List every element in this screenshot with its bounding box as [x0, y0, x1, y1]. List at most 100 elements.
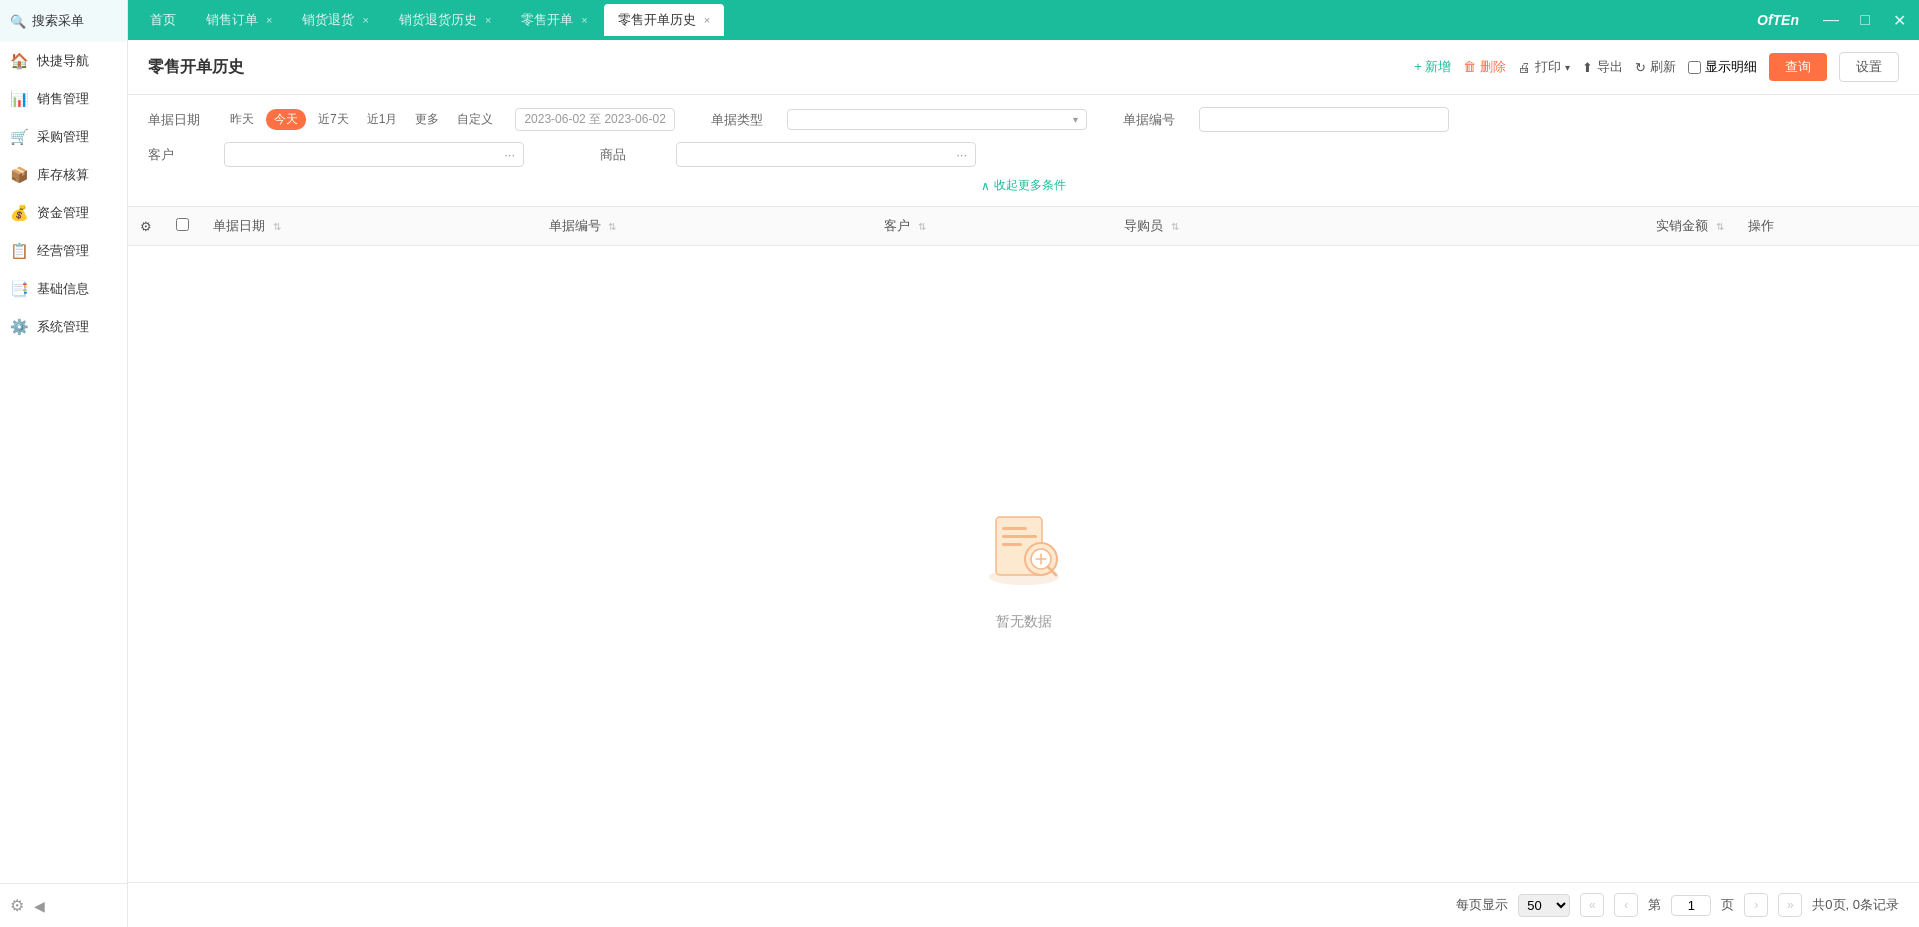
first-page-button[interactable]: « [1580, 893, 1604, 917]
next-page-button[interactable]: › [1744, 893, 1768, 917]
last-page-button[interactable]: » [1778, 893, 1802, 917]
collapse-up-icon: ∧ [981, 179, 990, 193]
sidebar-item-label: 资金管理 [37, 204, 89, 222]
brand-label: OfTEn [1757, 12, 1799, 28]
sidebar-item-basicinfo[interactable]: 📑 基础信息 [0, 270, 127, 308]
tab-sales-return-label: 销货退货 [302, 11, 354, 29]
header-actions: + 新增 🗑 删除 🖨 打印 ▾ ⬆ 导出 ↻ 刷新 显示明细 [1414, 52, 1899, 82]
tab-home[interactable]: 首页 [136, 4, 190, 36]
tab-sales-order-close[interactable]: × [266, 15, 272, 26]
table-settings-icon[interactable]: ⚙ [140, 219, 152, 234]
select-all-checkbox[interactable] [176, 218, 189, 231]
sidebar-item-purchase[interactable]: 🛒 采购管理 [0, 118, 127, 156]
sidebar-item-label: 销售管理 [37, 90, 89, 108]
sidebar-item-sales[interactable]: 📊 销售管理 [0, 80, 127, 118]
sidebar-item-finance[interactable]: 💰 资金管理 [0, 194, 127, 232]
finance-icon: 💰 [10, 204, 29, 222]
tab-retail-open-close[interactable]: × [581, 15, 587, 26]
tab-retail-open-history[interactable]: 零售开单历史 × [604, 4, 724, 36]
col-customer[interactable]: 客户 ⇅ [872, 207, 1112, 246]
tab-sales-return-history-close[interactable]: × [485, 15, 491, 26]
sidebar-item-system[interactable]: ⚙️ 系统管理 [0, 308, 127, 346]
table-header: ⚙ 单据日期 ⇅ 单据编号 ⇅ [128, 207, 1919, 246]
col-amount[interactable]: 实销金额 ⇅ [1400, 207, 1736, 246]
date-opt-more[interactable]: 更多 [409, 109, 445, 130]
main-area: 首页 销售订单 × 销货退货 × 销货退货历史 × 零售开单 × 零售开单历史 … [128, 0, 1919, 927]
close-window-button[interactable]: ✕ [1887, 8, 1911, 32]
date-opt-yesterday[interactable]: 昨天 [224, 109, 260, 130]
date-opt-today[interactable]: 今天 [266, 109, 306, 130]
col-date[interactable]: 单据日期 ⇅ [201, 207, 537, 246]
date-opt-last7[interactable]: 近7天 [312, 109, 355, 130]
customer-input[interactable]: ··· [224, 142, 524, 167]
tab-retail-open-history-close[interactable]: × [704, 15, 710, 26]
collapse-sidebar-icon[interactable]: ◀ [34, 898, 45, 914]
col-number-label: 单据编号 [549, 218, 601, 233]
tab-retail-open-label: 零售开单 [521, 11, 573, 29]
col-customer-label: 客户 [884, 218, 910, 233]
page-title: 零售开单历史 [148, 57, 244, 78]
sidebar-item-inventory[interactable]: 📦 库存核算 [0, 156, 127, 194]
goods-input[interactable]: ··· [676, 142, 976, 167]
print-button[interactable]: 🖨 打印 ▾ [1518, 58, 1570, 76]
per-page-select[interactable]: 50 10 20 100 [1518, 894, 1570, 917]
type-select[interactable]: ▾ [787, 109, 1087, 130]
col-number[interactable]: 单据编号 ⇅ [537, 207, 873, 246]
display-detail-input[interactable] [1688, 61, 1701, 74]
query-button[interactable]: 查询 [1769, 53, 1827, 81]
export-icon: ⬆ [1582, 60, 1593, 75]
number-label: 单据编号 [1123, 111, 1183, 129]
svg-rect-2 [1002, 527, 1027, 530]
prev-page-button[interactable]: ‹ [1614, 893, 1638, 917]
display-detail-label: 显示明细 [1705, 58, 1757, 76]
sidebar-search[interactable]: 🔍 搜索采单 [0, 0, 127, 42]
tab-sales-return-history-label: 销货退货历史 [399, 11, 477, 29]
sidebar-item-label: 快捷导航 [37, 52, 89, 70]
sidebar-bottom: ⚙ ◀ [0, 883, 127, 927]
col-date-label: 单据日期 [213, 218, 265, 233]
date-opt-custom[interactable]: 自定义 [451, 109, 499, 130]
per-page-label: 每页显示 [1456, 896, 1508, 914]
collapse-row: ∧ 收起更多条件 [148, 177, 1899, 194]
page-input[interactable] [1671, 895, 1711, 916]
col-checkbox[interactable] [164, 207, 201, 246]
refresh-button[interactable]: ↻ 刷新 [1635, 58, 1676, 76]
sidebar-item-label: 基础信息 [37, 280, 89, 298]
filter-row-2: 客户 ··· 商品 ··· [148, 142, 1899, 167]
export-button[interactable]: ⬆ 导出 [1582, 58, 1623, 76]
maximize-button[interactable]: □ [1853, 8, 1877, 32]
sort-date-icon: ⇅ [273, 221, 281, 232]
col-guide[interactable]: 导购员 ⇅ [1112, 207, 1400, 246]
delete-button[interactable]: 🗑 删除 [1463, 58, 1506, 76]
svg-rect-4 [1002, 543, 1022, 546]
tab-sales-order-label: 销售订单 [206, 11, 258, 29]
print-label: 打印 [1535, 58, 1561, 76]
col-actions-label: 操作 [1748, 218, 1774, 233]
sidebar-item-label: 采购管理 [37, 128, 89, 146]
type-label: 单据类型 [711, 111, 771, 129]
tab-sales-return-history[interactable]: 销货退货历史 × [385, 4, 505, 36]
number-input[interactable] [1199, 107, 1449, 132]
tab-retail-open[interactable]: 零售开单 × [507, 4, 601, 36]
minimize-button[interactable]: — [1819, 8, 1843, 32]
date-label: 单据日期 [148, 111, 208, 129]
sidebar-item-label: 经营管理 [37, 242, 89, 260]
collapse-button[interactable]: ∧ 收起更多条件 [981, 177, 1066, 194]
tab-sales-return[interactable]: 销货退货 × [288, 4, 382, 36]
date-opt-last-month[interactable]: 近1月 [361, 109, 404, 130]
settings-button[interactable]: 设置 [1839, 52, 1899, 82]
date-range-display[interactable]: 2023-06-02 至 2023-06-02 [515, 108, 674, 131]
col-settings[interactable]: ⚙ [128, 207, 164, 246]
tab-sales-order[interactable]: 销售订单 × [192, 4, 286, 36]
add-button[interactable]: + 新增 [1414, 58, 1451, 76]
sidebar-item-quick-nav[interactable]: 🏠 快捷导航 [0, 42, 127, 80]
operations-icon: 📋 [10, 242, 29, 260]
col-guide-label: 导购员 [1124, 218, 1163, 233]
tab-sales-return-close[interactable]: × [362, 15, 368, 26]
refresh-icon: ↻ [1635, 60, 1646, 75]
sidebar-item-label: 系统管理 [37, 318, 89, 336]
sales-icon: 📊 [10, 90, 29, 108]
display-detail-checkbox[interactable]: 显示明细 [1688, 58, 1757, 76]
sidebar-item-operations[interactable]: 📋 经营管理 [0, 232, 127, 270]
settings-bottom-icon[interactable]: ⚙ [10, 896, 24, 915]
